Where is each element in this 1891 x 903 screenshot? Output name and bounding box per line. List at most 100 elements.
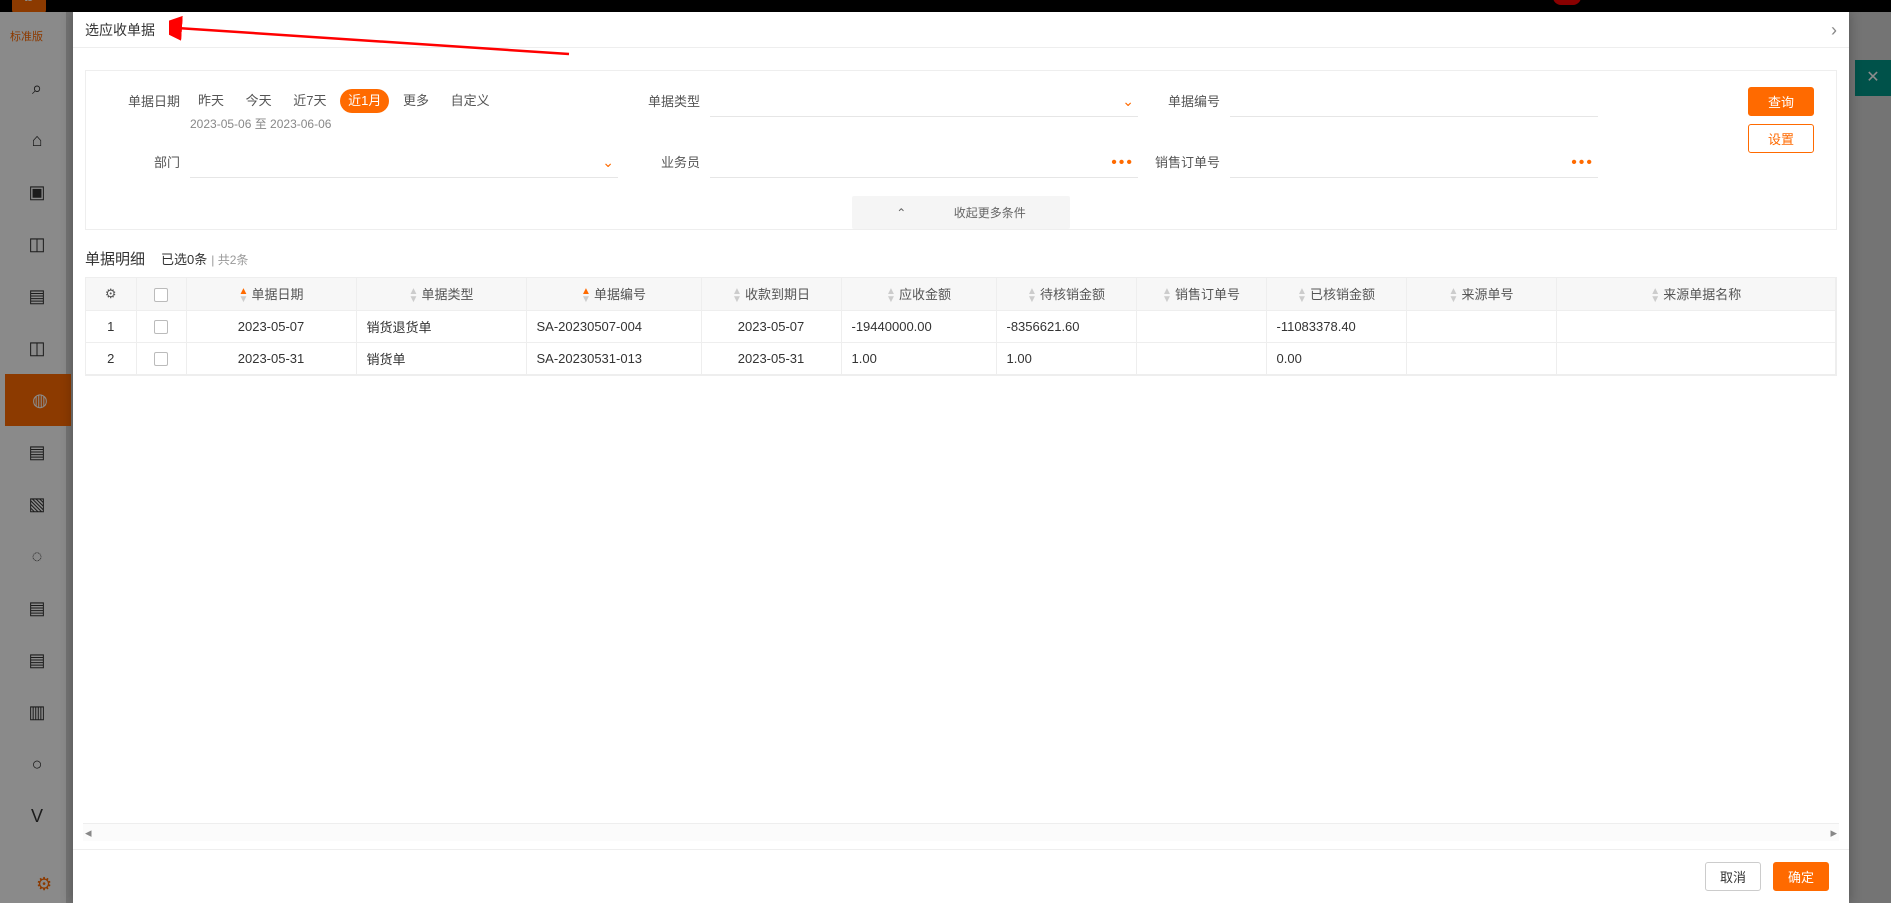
doc-no-input[interactable]: [1230, 89, 1598, 117]
gear-icon: ⚙: [105, 286, 117, 301]
column-header-checkbox[interactable]: [136, 278, 186, 310]
modal-header: 选应收单据 ›: [73, 12, 1849, 48]
preset-yesterday[interactable]: 昨天: [190, 89, 232, 113]
preset-custom[interactable]: 自定义: [443, 89, 498, 113]
date-presets: 昨天 今天 近7天 近1月 更多 自定义: [190, 89, 618, 113]
modal-footer: 取消 确定: [73, 849, 1849, 903]
column-header-gear[interactable]: ⚙: [86, 278, 136, 310]
select-all-checkbox[interactable]: [154, 288, 168, 302]
column-header-sales-order-no[interactable]: ▲▼销售订单号: [1136, 278, 1266, 310]
col-label: 单据类型: [421, 287, 473, 302]
collapse-more-button[interactable]: ⌃ 收起更多条件: [852, 196, 1069, 229]
filter-doc-type: 单据类型 ⌄: [618, 89, 1138, 132]
filter-label: 单据编号: [1138, 89, 1230, 115]
filter-label: 单据类型: [618, 89, 710, 115]
query-button[interactable]: 查询: [1748, 87, 1814, 116]
scroll-right-icon[interactable]: ▸: [1828, 825, 1839, 841]
filter-label: 单据日期: [98, 89, 190, 115]
filter-settings-button[interactable]: 设置: [1748, 124, 1814, 153]
ellipsis-icon: •••: [1111, 154, 1134, 172]
row-checkbox[interactable]: [154, 320, 168, 334]
filter-salesman: 业务员 •••: [618, 150, 1138, 178]
modal-close-button[interactable]: ›: [1831, 12, 1837, 48]
column-header-doc-type[interactable]: ▲▼单据类型: [356, 278, 526, 310]
selected-count: 已选0条: [161, 249, 207, 268]
cell-amt-verified: -11083378.40: [1266, 310, 1406, 342]
sales-order-no-select[interactable]: •••: [1230, 150, 1598, 178]
total-count: | 共2条: [211, 251, 248, 268]
cell-doc-date: 2023-05-31: [186, 342, 356, 374]
preset-today[interactable]: 今天: [238, 89, 280, 113]
filter-dept: 部门 ⌄: [98, 150, 618, 178]
cell-source-no: [1406, 342, 1556, 374]
cell-doc-no: SA-20230507-004: [526, 310, 701, 342]
cell-amt-pending: -8356621.60: [996, 310, 1136, 342]
row-checkbox-cell[interactable]: [136, 342, 186, 374]
confirm-button[interactable]: 确定: [1773, 862, 1829, 891]
filter-actions: 查询 设置: [1748, 87, 1820, 161]
filter-doc-no: 单据编号: [1138, 89, 1598, 132]
chevron-down-icon: ⌄: [602, 154, 614, 171]
detail-header: 单据明细 已选0条 | 共2条: [85, 248, 1837, 269]
receivable-table: ⚙ ▲▼单据日期 ▲▼单据类型 ▲▼单据编号 ▲▼收款到期日 ▲▼应收金额 ▲▼…: [86, 278, 1836, 375]
filter-label: 部门: [98, 150, 190, 176]
row-index: 1: [86, 310, 136, 342]
column-header-source-no[interactable]: ▲▼来源单号: [1406, 278, 1556, 310]
cell-doc-type: 销货退货单: [356, 310, 526, 342]
collapse-label: 收起更多条件: [932, 200, 1048, 225]
filter-doc-date: 单据日期 昨天 今天 近7天 近1月 更多 自定义 2023-05-06 至 2…: [98, 89, 618, 132]
ellipsis-icon: •••: [1571, 154, 1594, 172]
col-label: 待核销金额: [1040, 287, 1105, 302]
chevron-down-icon: ⌄: [1122, 93, 1134, 110]
col-label: 来源单号: [1461, 287, 1513, 302]
preset-last7[interactable]: 近7天: [285, 89, 334, 113]
date-range-text: 2023-05-06 至 2023-06-06: [190, 115, 618, 132]
row-index: 2: [86, 342, 136, 374]
filter-sales-order-no: 销售订单号 •••: [1138, 150, 1598, 178]
cell-amt-receivable: -19440000.00: [841, 310, 996, 342]
col-label: 已核销金额: [1310, 287, 1375, 302]
cell-doc-type: 销货单: [356, 342, 526, 374]
cell-amt-receivable: 1.00: [841, 342, 996, 374]
column-header-doc-date[interactable]: ▲▼单据日期: [186, 278, 356, 310]
cell-due-date: 2023-05-07: [701, 310, 841, 342]
col-label: 应收金额: [899, 287, 951, 302]
salesman-select[interactable]: •••: [710, 150, 1138, 178]
filter-label: 业务员: [618, 150, 710, 176]
column-header-amt-pending[interactable]: ▲▼待核销金额: [996, 278, 1136, 310]
column-header-due-date[interactable]: ▲▼收款到期日: [701, 278, 841, 310]
preset-last1m[interactable]: 近1月: [340, 89, 389, 113]
chevron-up-icon: ⌃: [874, 202, 928, 224]
column-header-doc-no[interactable]: ▲▼单据编号: [526, 278, 701, 310]
col-label: 单据编号: [594, 287, 646, 302]
doc-type-select[interactable]: ⌄: [710, 89, 1138, 117]
cell-due-date: 2023-05-31: [701, 342, 841, 374]
col-label: 来源单据名称: [1663, 287, 1741, 302]
cell-source-name: [1556, 342, 1836, 374]
cell-source-no: [1406, 310, 1556, 342]
horizontal-scrollbar[interactable]: ◂ ▸: [83, 823, 1839, 841]
cell-sales-order-no: [1136, 310, 1266, 342]
col-label: 单据日期: [251, 287, 303, 302]
column-header-amt-receivable[interactable]: ▲▼应收金额: [841, 278, 996, 310]
dept-select[interactable]: ⌄: [190, 150, 618, 178]
table-row[interactable]: 12023-05-07销货退货单SA-20230507-0042023-05-0…: [86, 310, 1836, 342]
collapse-bar: ⌃ 收起更多条件: [98, 196, 1824, 229]
filter-panel: 单据日期 昨天 今天 近7天 近1月 更多 自定义 2023-05-06 至 2…: [85, 70, 1837, 230]
scroll-left-icon[interactable]: ◂: [83, 825, 94, 841]
select-receivable-modal: 选应收单据 › 单据日期 昨天 今天 近7天 近1月 更多: [73, 12, 1849, 903]
modal-title: 选应收单据: [85, 12, 155, 48]
col-label: 销售订单号: [1175, 287, 1240, 302]
cell-amt-verified: 0.00: [1266, 342, 1406, 374]
cancel-button[interactable]: 取消: [1705, 862, 1761, 891]
col-label: 收款到期日: [745, 287, 810, 302]
row-checkbox[interactable]: [154, 352, 168, 366]
detail-title: 单据明细: [85, 248, 145, 269]
column-header-amt-verified[interactable]: ▲▼已核销金额: [1266, 278, 1406, 310]
column-header-source-name[interactable]: ▲▼来源单据名称: [1556, 278, 1836, 310]
row-checkbox-cell[interactable]: [136, 310, 186, 342]
filter-label: 销售订单号: [1138, 150, 1230, 176]
preset-more[interactable]: 更多: [395, 89, 437, 113]
table-row[interactable]: 22023-05-31销货单SA-20230531-0132023-05-311…: [86, 342, 1836, 374]
cell-doc-date: 2023-05-07: [186, 310, 356, 342]
